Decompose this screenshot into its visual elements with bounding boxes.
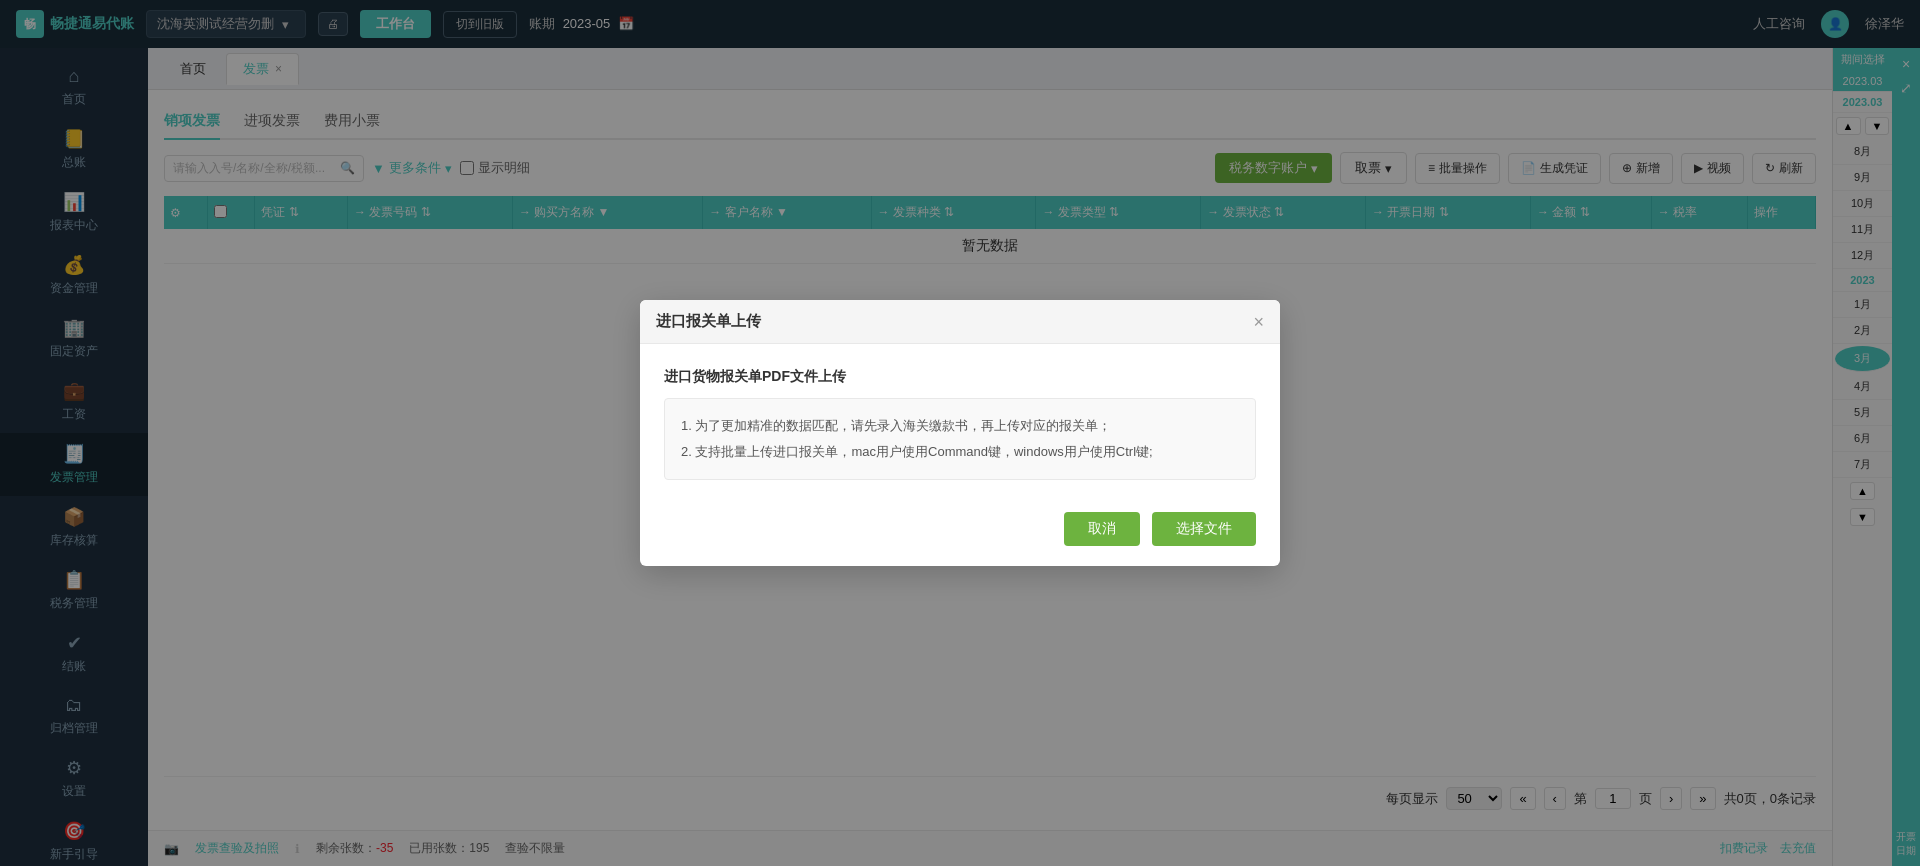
modal-footer: 取消 选择文件 [640, 496, 1280, 566]
modal-close-button[interactable]: × [1253, 313, 1264, 331]
modal-info-line-1: 1. 为了更加精准的数据匹配，请先录入海关缴款书，再上传对应的报关单； [681, 413, 1239, 439]
modal: 进口报关单上传 × 进口货物报关单PDF文件上传 1. 为了更加精准的数据匹配，… [640, 300, 1280, 566]
modal-info-box: 1. 为了更加精准的数据匹配，请先录入海关缴款书，再上传对应的报关单； 2. 支… [664, 398, 1256, 480]
modal-select-file-button[interactable]: 选择文件 [1152, 512, 1256, 546]
modal-title: 进口报关单上传 [656, 312, 761, 331]
modal-section-title: 进口货物报关单PDF文件上传 [664, 368, 1256, 386]
modal-header: 进口报关单上传 × [640, 300, 1280, 344]
modal-body: 进口货物报关单PDF文件上传 1. 为了更加精准的数据匹配，请先录入海关缴款书，… [640, 344, 1280, 496]
modal-overlay[interactable]: 进口报关单上传 × 进口货物报关单PDF文件上传 1. 为了更加精准的数据匹配，… [0, 0, 1920, 866]
modal-info-line-2: 2. 支持批量上传进口报关单，mac用户使用Command键，windows用户… [681, 439, 1239, 465]
modal-cancel-button[interactable]: 取消 [1064, 512, 1140, 546]
